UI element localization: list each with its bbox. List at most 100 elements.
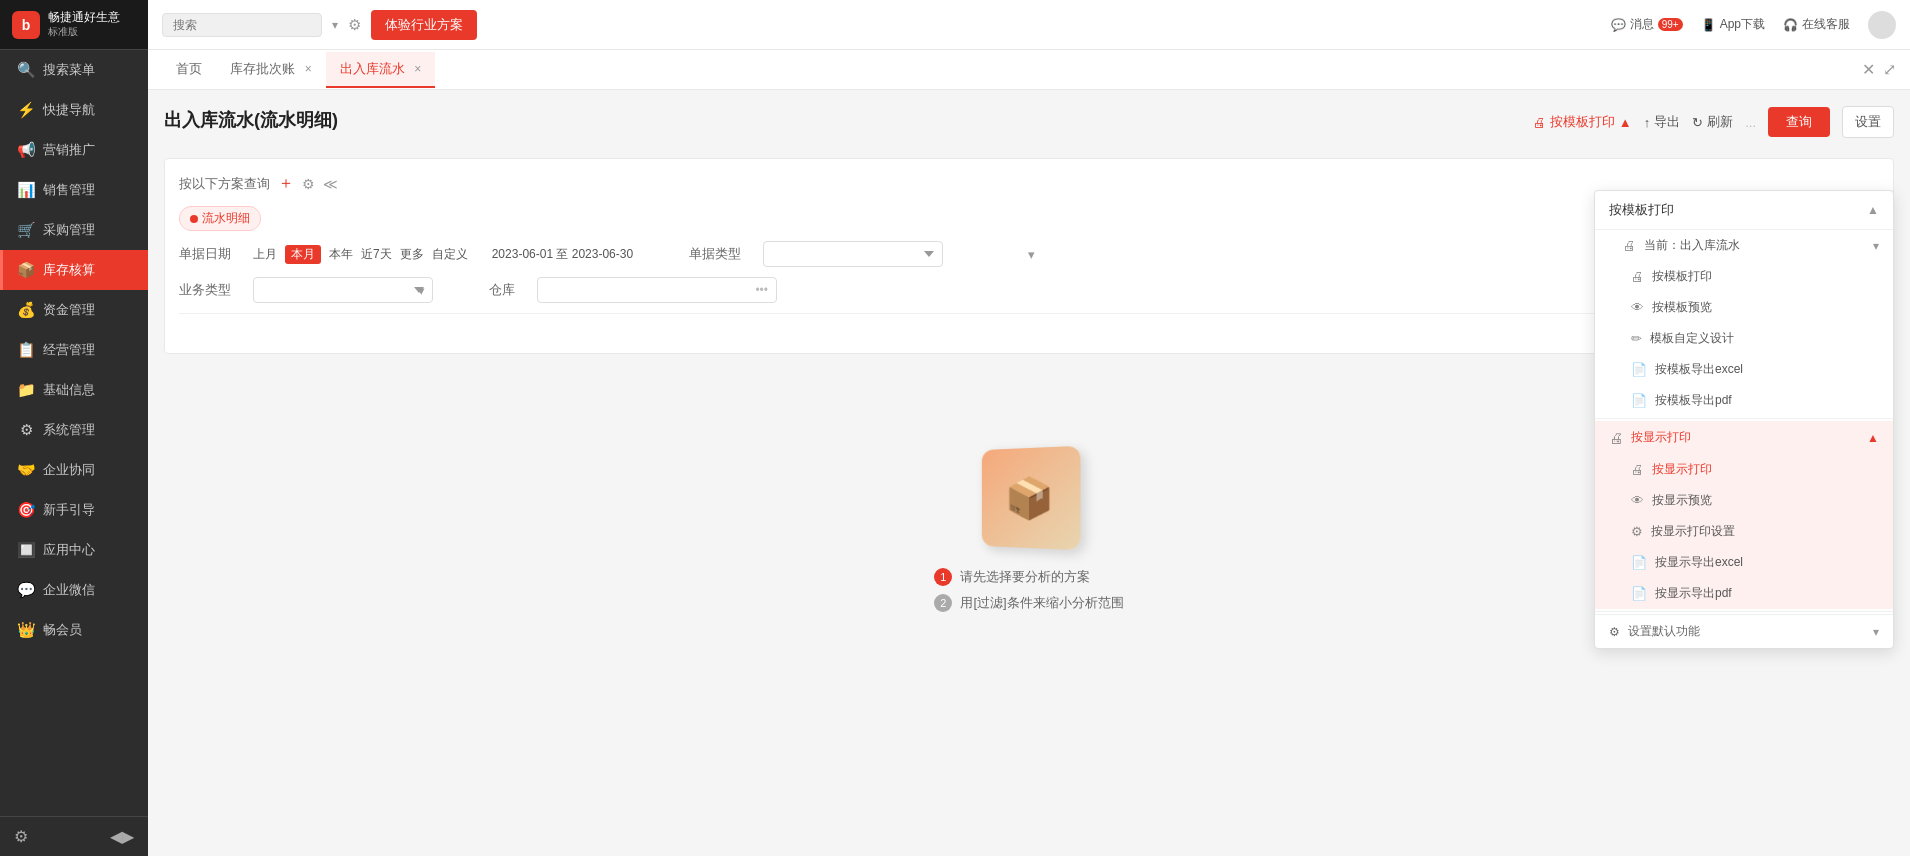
toolbar-more: ... (1745, 115, 1756, 130)
settings-button[interactable]: 设置 (1842, 106, 1894, 138)
date-more[interactable]: 更多 (400, 246, 424, 263)
template-design-icon: ✏ (1631, 331, 1642, 346)
sidebar-item-basic[interactable]: 📁 基础信息 (0, 370, 148, 410)
tab-flow-label: 出入库流水 (340, 61, 405, 76)
sidebar-item-inventory[interactable]: 📦 库存核算 (0, 250, 148, 290)
sidebar-item-operations[interactable]: 📋 经营管理 (0, 330, 148, 370)
header-search-input[interactable] (162, 13, 322, 37)
warehouse-input[interactable]: ••• (537, 277, 777, 303)
maximize-button[interactable]: ⤢ (1883, 60, 1896, 79)
logo-sub: 标准版 (48, 25, 120, 39)
filter-gear-button[interactable]: ⚙ (302, 176, 315, 192)
online-service-button[interactable]: 🎧 在线客服 (1783, 16, 1850, 33)
dropdown-footer-divider (1595, 611, 1893, 612)
refresh-button[interactable]: ↻ 刷新 (1692, 113, 1733, 131)
tab-flow-close[interactable]: × (414, 62, 421, 76)
dropdown-display-preview[interactable]: 👁 按显示预览 (1595, 485, 1893, 516)
message-button[interactable]: 💬 消息 99+ (1611, 16, 1683, 33)
sidebar-item-shortcut[interactable]: ⚡ 快捷导航 (0, 90, 148, 130)
print-dropdown-panel: 按模板打印 ▲ 🖨 当前：出入库流水 ▾ 🖨 按模板打印 👁 按模板预览 ✏ 模… (1594, 190, 1894, 649)
dropdown-template-pdf[interactable]: 📄 按模板导出pdf (1595, 385, 1893, 416)
doc-type-select[interactable] (763, 241, 943, 267)
header-chevron-icon[interactable]: ▾ (332, 18, 338, 32)
dropdown-display-settings[interactable]: ⚙ 按显示打印设置 (1595, 516, 1893, 547)
trial-button[interactable]: 体验行业方案 (371, 10, 477, 40)
sidebar-item-label: 应用中心 (43, 541, 95, 559)
dropdown-display-excel[interactable]: 📄 按显示导出excel (1595, 547, 1893, 578)
dropdown-template-print[interactable]: 🖨 按模板打印 (1595, 261, 1893, 292)
tab-batch-label: 库存批次账 (230, 61, 295, 76)
dropdown-template-design[interactable]: ✏ 模板自定义设计 (1595, 323, 1893, 354)
sidebar-item-apps[interactable]: 🔲 应用中心 (0, 530, 148, 570)
template-excel-icon: 📄 (1631, 362, 1647, 377)
sidebar-bottom: ⚙ ◀▶ (0, 816, 148, 856)
date-last-7days[interactable]: 近7天 (361, 246, 392, 263)
dropdown-template-preview[interactable]: 👁 按模板预览 (1595, 292, 1893, 323)
sidebar-item-collab[interactable]: 🤝 企业协同 (0, 450, 148, 490)
query-button[interactable]: 查询 (1768, 107, 1830, 137)
header-gear-icon[interactable]: ⚙ (348, 16, 361, 34)
business-type-label: 业务类型 (179, 281, 231, 299)
tab-home[interactable]: 首页 (162, 52, 216, 88)
sidebar-nav: 🔍 搜索菜单 ⚡ 快捷导航 📢 营销推广 📊 销售管理 🛒 采购管理 📦 库存核… (0, 50, 148, 816)
close-all-tabs-button[interactable]: ✕ (1862, 60, 1875, 79)
footer-label: 设置默认功能 (1628, 623, 1700, 640)
tab-batch-close[interactable]: × (305, 62, 312, 76)
dropdown-footer[interactable]: ⚙ 设置默认功能 ▾ (1595, 614, 1893, 648)
sidebar-item-purchase[interactable]: 🛒 采购管理 (0, 210, 148, 250)
search-icon: 🔍 (17, 61, 35, 79)
sidebar-item-sales[interactable]: 📊 销售管理 (0, 170, 148, 210)
sidebar-item-member[interactable]: 👑 畅会员 (0, 610, 148, 650)
filter-tag[interactable]: 流水明细 (179, 206, 261, 231)
filter-tag-label: 流水明细 (202, 210, 250, 227)
sidebar-item-marketing[interactable]: 📢 营销推广 (0, 130, 148, 170)
footer-chevron-icon: ▾ (1873, 625, 1879, 639)
date-last-month[interactable]: 上月 (253, 246, 277, 263)
sidebar-item-label: 经营管理 (43, 341, 95, 359)
tab-flow[interactable]: 出入库流水 × (326, 52, 436, 88)
filter-add-button[interactable]: ＋ (278, 173, 294, 194)
dropdown-display-print[interactable]: 🖨 按显示打印 (1595, 454, 1893, 485)
dropdown-template-excel[interactable]: 📄 按模板导出excel (1595, 354, 1893, 385)
sidebar-toggle-icon[interactable]: ◀▶ (110, 827, 134, 846)
tab-home-label: 首页 (176, 61, 202, 76)
sidebar-item-label: 库存核算 (43, 261, 95, 279)
export-button[interactable]: ↑ 导出 (1644, 113, 1681, 131)
dropdown-chevron-up-icon[interactable]: ▲ (1867, 203, 1879, 217)
display-section-icon: 🖨 (1609, 430, 1623, 446)
display-preview-icon: 👁 (1631, 493, 1644, 508)
business-type-select[interactable] (253, 277, 433, 303)
print-template-button[interactable]: 🖨 按模板打印 ▲ (1533, 113, 1632, 131)
date-this-month[interactable]: 本月 (285, 245, 321, 264)
collab-icon: 🤝 (17, 461, 35, 479)
filter-collapse-button[interactable]: ≪ (323, 176, 338, 192)
footer-settings-icon: ⚙ (1609, 625, 1620, 639)
display-excel-label: 按显示导出excel (1655, 554, 1743, 571)
date-this-year[interactable]: 本年 (329, 246, 353, 263)
sidebar-item-finance[interactable]: 💰 资金管理 (0, 290, 148, 330)
print-template-label: 按模板打印 (1550, 113, 1615, 131)
sidebar-item-search[interactable]: 🔍 搜索菜单 (0, 50, 148, 90)
marketing-icon: 📢 (17, 141, 35, 159)
online-service-label: 在线客服 (1802, 16, 1850, 33)
sales-icon: 📊 (17, 181, 35, 199)
sidebar-item-wechat[interactable]: 💬 企业微信 (0, 570, 148, 610)
app-download-button[interactable]: 📱 App下载 (1701, 16, 1765, 33)
user-avatar[interactable] (1868, 11, 1896, 39)
template-preview-label: 按模板预览 (1652, 299, 1712, 316)
template-pdf-label: 按模板导出pdf (1655, 392, 1732, 409)
export-icon: ↑ (1644, 115, 1651, 130)
current-chevron-icon: ▾ (1873, 239, 1879, 253)
sidebar-item-system[interactable]: ⚙ 系统管理 (0, 410, 148, 450)
tab-batch[interactable]: 库存批次账 × (216, 52, 326, 88)
wechat-icon: 💬 (17, 581, 35, 599)
dropdown-display-section-header[interactable]: 🖨 按显示打印 ▲ (1595, 421, 1893, 454)
date-custom[interactable]: 自定义 (432, 246, 468, 263)
empty-step-1: 1 请先选择要分析的方案 (934, 568, 1123, 586)
page-content: 出入库流水(流水明细) 🖨 按模板打印 ▲ ↑ 导出 ↻ 刷新 ... 查询 设… (148, 90, 1910, 856)
settings-gear-icon[interactable]: ⚙ (14, 827, 28, 846)
sidebar-item-guide[interactable]: 🎯 新手引导 (0, 490, 148, 530)
export-label: 导出 (1654, 113, 1680, 131)
lightning-icon: ⚡ (17, 101, 35, 119)
dropdown-display-pdf[interactable]: 📄 按显示导出pdf (1595, 578, 1893, 609)
